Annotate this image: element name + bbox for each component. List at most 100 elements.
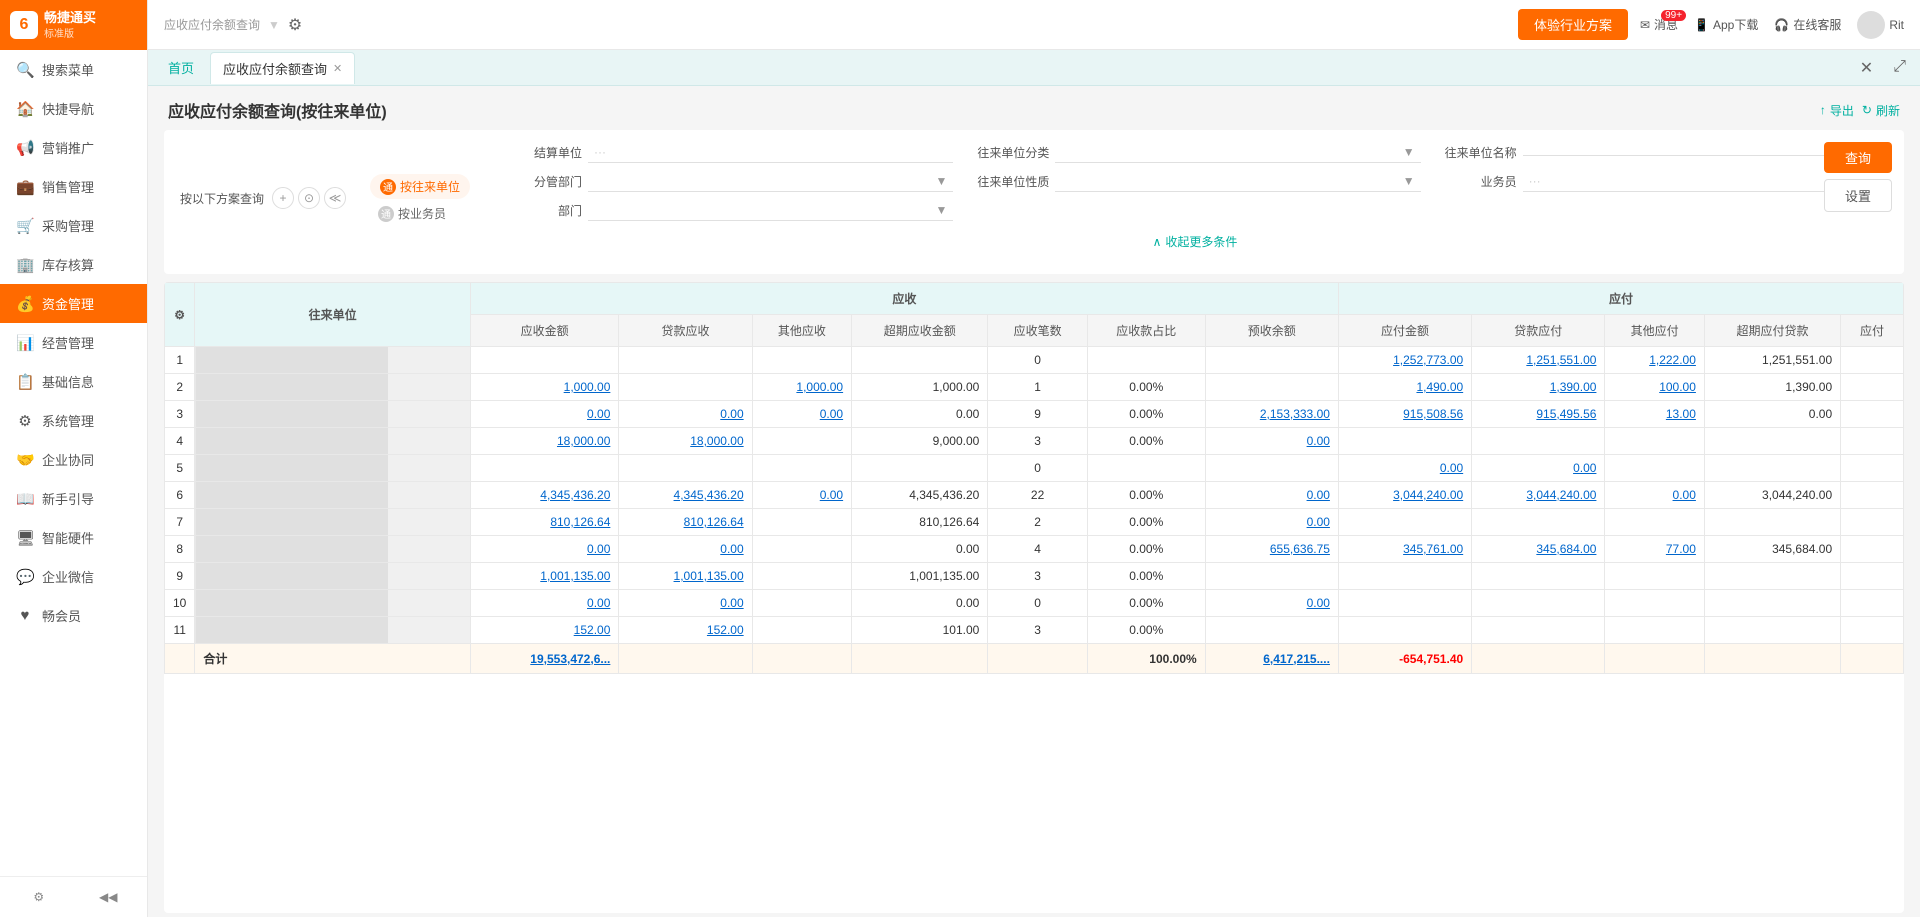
field-label-partner-cat: 往来单位分类 — [969, 144, 1049, 161]
industry-btn[interactable]: 体验行业方案 — [1518, 9, 1628, 40]
table-row: 4████████████18,000.0018,000.009,000.003… — [165, 428, 1904, 455]
settlement-input[interactable]: ··· — [588, 142, 953, 163]
filter-right-btns: 查询 设置 — [1812, 130, 1904, 224]
col-ar-loan: 贷款应收 — [619, 315, 752, 347]
col-ar-group: 应收 — [470, 283, 1338, 315]
wechat-icon: 💬 — [16, 568, 34, 586]
sidebar-collapse-btn[interactable]: ◀◀ — [78, 885, 140, 909]
gear-settings-icon[interactable]: ⚙ — [288, 15, 302, 35]
table-row: 7████████████810,126.64810,126.64810,126… — [165, 509, 1904, 536]
sidebar-item-member[interactable]: ♥ 畅会员 — [0, 596, 147, 635]
sales-icon: 💼 — [16, 178, 34, 196]
filter-scheme-salesperson[interactable]: 通 按业务员 — [378, 205, 470, 222]
sidebar-settings-btn[interactable]: ⚙ — [8, 885, 70, 909]
table-footer: 合计 19,553,472,6... 100.00% 6,417,215....… — [165, 644, 1904, 674]
col-ap-amount: 应付金额 — [1338, 315, 1471, 347]
filter-collapse-btn[interactable]: ≪ — [324, 187, 346, 209]
setting-button[interactable]: 设置 — [1824, 179, 1892, 212]
sidebar-item-operations[interactable]: 📊 经营管理 — [0, 323, 147, 362]
sidebar-item-marketing[interactable]: 📢 营销推广 — [0, 128, 147, 167]
tab-close-all-btn[interactable]: ✕ — [1854, 56, 1879, 80]
sidebar-item-sales[interactable]: 💼 销售管理 — [0, 167, 147, 206]
dept-input[interactable]: ▼ — [588, 171, 953, 192]
sidebar-item-wechat[interactable]: 💬 企业微信 — [0, 557, 147, 596]
sidebar: 6 畅捷通买 标准版 🔍 搜索菜单 🏠 快捷导航 📢 营销推广 💼 销售管理 🛒… — [0, 0, 148, 917]
export-icon: ↑ — [1820, 103, 1826, 117]
home-icon: 🏠 — [16, 100, 34, 118]
tab-close-btn[interactable]: ✕ — [333, 62, 342, 75]
app-download-btn[interactable]: 📱 App下载 — [1694, 16, 1758, 33]
sidebar-item-inventory[interactable]: 🏢 库存核算 — [0, 245, 147, 284]
filter-edit-btn[interactable]: ⊙ — [298, 187, 320, 209]
refresh-icon: ↻ — [1862, 103, 1872, 117]
footer-ap-loan — [1472, 644, 1605, 674]
message-btn[interactable]: ✉ 消息 99+ — [1640, 16, 1678, 33]
filter-scheme-partner[interactable]: 通 按往来单位 — [370, 174, 470, 199]
tab-fullscreen-btn[interactable]: ⤢ — [1887, 56, 1912, 80]
filter-add-btn[interactable]: + — [272, 187, 294, 209]
department-input[interactable]: ▼ — [588, 200, 953, 221]
partner-cell: ████████████ — [195, 590, 470, 617]
app-logo: 6 畅捷通买 标准版 — [0, 0, 147, 50]
enterprise-icon: 🤝 — [16, 451, 34, 469]
filter-field-dept: 分管部门 ▼ — [502, 171, 953, 192]
system-icon: ⚙ — [16, 412, 34, 430]
sidebar-item-search-menu[interactable]: 🔍 搜索菜单 — [0, 50, 147, 89]
scheme-partner-icon: 通 — [380, 179, 396, 195]
export-btn[interactable]: ↑ 导出 — [1820, 102, 1854, 119]
filter-field-partner-category: 往来单位分类 ▼ — [969, 142, 1420, 163]
footer-ar-amount[interactable]: 19,553,472,6... — [470, 644, 619, 674]
col-ar-prepaid: 预收余额 — [1205, 315, 1338, 347]
partner-category-input[interactable]: ▼ — [1055, 142, 1420, 163]
filter-area: 按以下方案查询 + ⊙ ≪ 通 按往来单位 — [164, 130, 1904, 274]
partner-cell: ████████████ — [195, 617, 470, 644]
col-ap-overdue: 超期应付贷款 — [1704, 315, 1840, 347]
col-settings-btn[interactable]: ⚙ — [165, 283, 195, 347]
field-label-settlement: 结算单位 — [502, 144, 582, 161]
partner-nature-input[interactable]: ▼ — [1055, 171, 1420, 192]
table-row: 8P0.000.000.0040.00%655,636.75345,761.00… — [165, 536, 1904, 563]
col-ar-overdue: 超期应收金额 — [852, 315, 988, 347]
col-ap-extra: 应付 — [1841, 315, 1904, 347]
tab-home[interactable]: 首页 — [156, 52, 206, 83]
field-label-partner-nature: 往来单位性质 — [969, 173, 1049, 190]
sidebar-item-finance[interactable]: 💰 资金管理 — [0, 284, 147, 323]
sidebar-item-basic[interactable]: 📋 基础信息 — [0, 362, 147, 401]
table-row: 3████████████0.000.000.000.0090.00%2,153… — [165, 401, 1904, 428]
tab-expand-area: ✕ ⤢ — [1854, 56, 1912, 80]
page-title: 应收应付余额查询(按往来单位) — [168, 98, 387, 122]
filter-scheme-row: 按以下方案查询 + ⊙ ≪ 通 按往来单位 — [180, 142, 1888, 254]
sidebar-item-guide[interactable]: 📖 新手引导 — [0, 479, 147, 518]
page-actions: ↑ 导出 ↻ 刷新 — [1820, 102, 1900, 119]
operations-icon: 📊 — [16, 334, 34, 352]
footer-empty — [165, 644, 195, 674]
sidebar-item-hardware[interactable]: 🖥 智能硬件 — [0, 518, 147, 557]
footer-ar-prepaid[interactable]: 6,417,215.... — [1205, 644, 1338, 674]
collapse-more-btn[interactable]: ∧ 收起更多条件 — [502, 229, 1888, 254]
tab-ar-ap[interactable]: 应收应付余额查询 ✕ — [210, 52, 355, 84]
refresh-btn[interactable]: ↻ 刷新 — [1862, 102, 1900, 119]
col-partner-header: 往来单位 — [195, 283, 470, 347]
user-avatar[interactable]: Rit — [1857, 11, 1904, 39]
logo-icon: 6 — [10, 11, 38, 39]
logo-text: 畅捷通买 标准版 — [44, 10, 96, 41]
footer-ap-overdue — [1704, 644, 1840, 674]
sidebar-item-quick-nav[interactable]: 🏠 快捷导航 — [0, 89, 147, 128]
table-row: 1████████████01,252,773.001,251,551.001,… — [165, 347, 1904, 374]
footer-ar-overdue — [852, 644, 988, 674]
table-wrapper[interactable]: ⚙ 往来单位 应收 应付 应收金额 贷款应收 其他应收 超期应收金额 应收笔数 — [164, 282, 1904, 913]
table-row: 5████████████00.000.00 — [165, 455, 1904, 482]
marketing-icon: 📢 — [16, 139, 34, 157]
filter-wrapper: 按以下方案查询 + ⊙ ≪ 通 按往来单位 — [164, 130, 1904, 274]
finance-icon: 💰 — [16, 295, 34, 313]
basic-icon: 📋 — [16, 373, 34, 391]
message-icon: ✉ — [1640, 18, 1650, 32]
sidebar-item-enterprise[interactable]: 🤝 企业协同 — [0, 440, 147, 479]
query-button[interactable]: 查询 — [1824, 142, 1892, 173]
online-service-btn[interactable]: 🎧 在线客服 — [1774, 16, 1841, 33]
sidebar-item-purchase[interactable]: 🛒 采购管理 — [0, 206, 147, 245]
field-label-partner-name: 往来单位名称 — [1437, 144, 1517, 161]
sidebar-item-system[interactable]: ⚙ 系统管理 — [0, 401, 147, 440]
service-icon: 🎧 — [1774, 18, 1789, 32]
scheme-salesperson-icon: 通 — [378, 206, 394, 222]
